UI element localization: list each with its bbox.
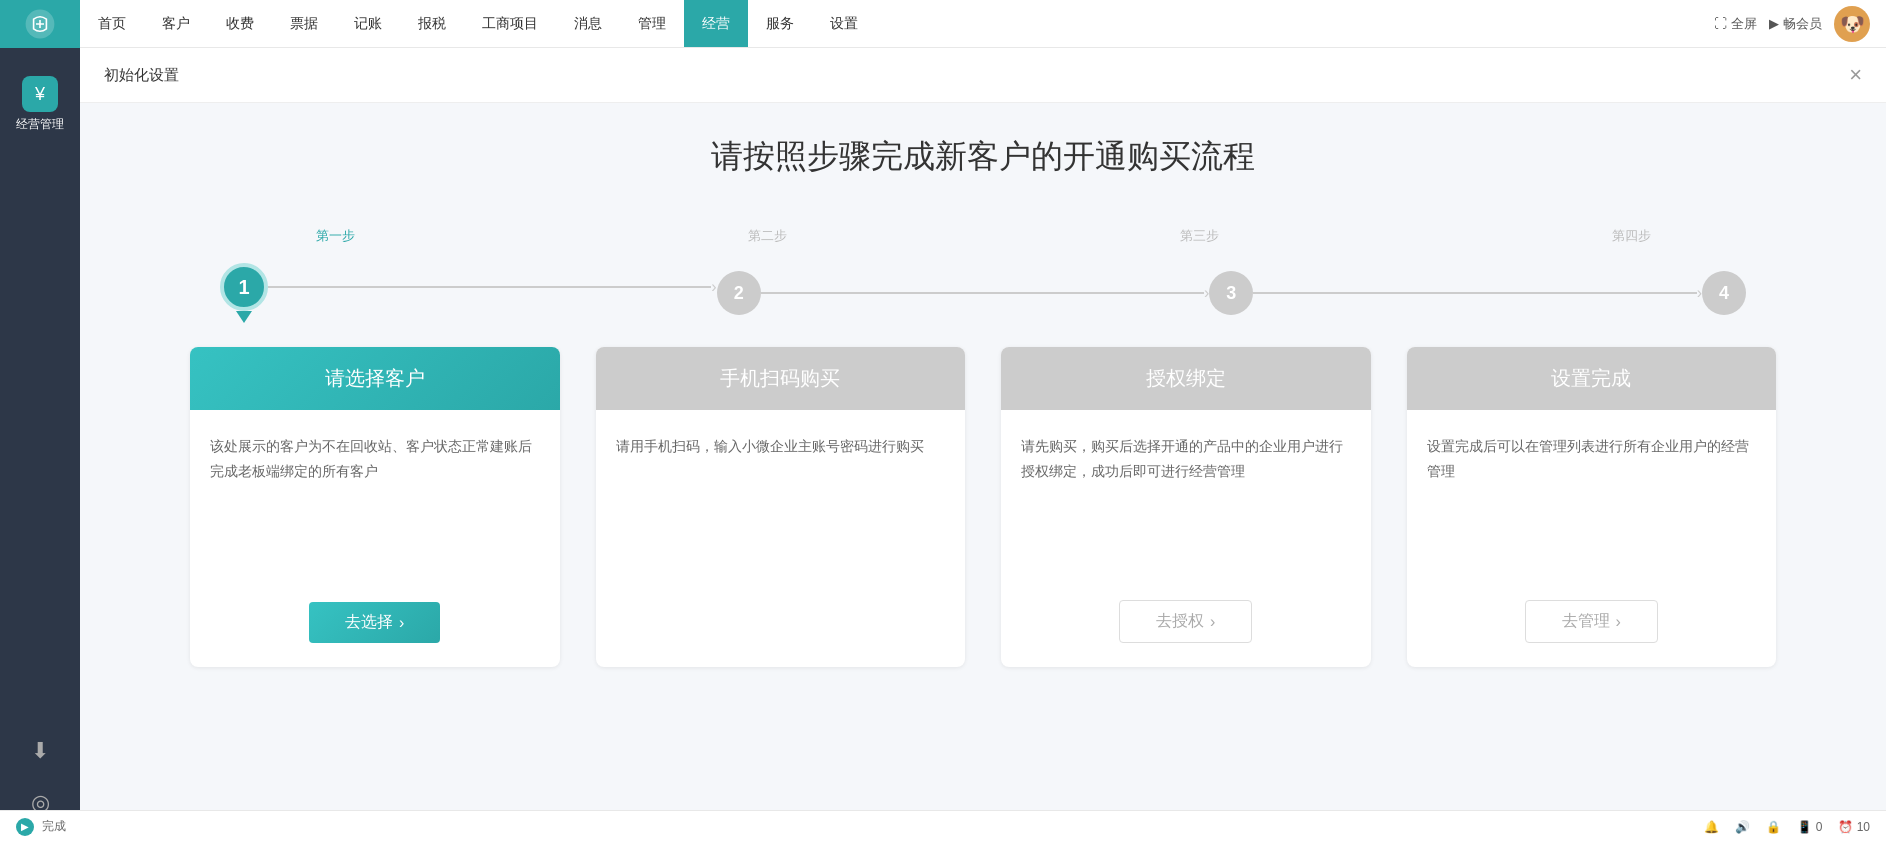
nav-customer[interactable]: 客户	[144, 0, 208, 47]
vip-label: 畅会员	[1783, 15, 1822, 33]
card-4-btn[interactable]: 去管理 ›	[1525, 600, 1658, 643]
nav-account[interactable]: 记账	[336, 0, 400, 47]
logo	[0, 0, 80, 48]
card-4-footer: 去管理 ›	[1407, 584, 1777, 667]
status-text: 完成	[42, 818, 66, 835]
step-2-circle-wrap: 2	[717, 271, 761, 315]
fullscreen-icon: ⛶	[1714, 16, 1727, 31]
sidebar: ¥ 经营管理 ⬇ ◎	[0, 48, 80, 842]
step-3-label: 第三步	[1180, 227, 1219, 245]
step-1-arrow	[236, 311, 252, 323]
step-1-circle-wrap: 1	[220, 263, 268, 323]
avatar[interactable]: 🐶	[1834, 6, 1870, 42]
card-4: 设置完成 设置完成后可以在管理列表进行所有企业用户的经营管理 去管理 ›	[1407, 347, 1777, 667]
operation-icon: ¥	[22, 76, 58, 112]
connector-2: ›	[761, 284, 1210, 302]
nav-bill[interactable]: 票据	[272, 0, 336, 47]
step-3-col: 第三步	[1064, 227, 1334, 255]
card-3-header: 授权绑定	[1001, 347, 1371, 410]
card-1-footer: 去选择 ›	[190, 586, 560, 667]
nav-service[interactable]: 服务	[748, 0, 812, 47]
fullscreen-btn[interactable]: ⛶ 全屏	[1714, 15, 1757, 33]
sub-header: 初始化设置 ×	[80, 48, 1886, 103]
sidebar-item-label: 经营管理	[16, 116, 64, 133]
card-4-btn-arrow: ›	[1616, 613, 1621, 631]
card-3-btn[interactable]: 去授权 ›	[1119, 600, 1252, 643]
status-bar-right: 🔔 🔊 🔒 📱 0 ⏰ 10	[1704, 820, 1870, 834]
card-3: 授权绑定 请先购买，购买后选择开通的产品中的企业用户进行授权绑定，成功后即可进行…	[1001, 347, 1371, 667]
card-1-body: 该处展示的客户为不在回收站、客户状态正常建账后完成老板端绑定的所有客户	[190, 410, 560, 586]
sidebar-item-operation[interactable]: ¥ 经营管理	[0, 64, 80, 145]
nav-message[interactable]: 消息	[556, 0, 620, 47]
nav-operation[interactable]: 经营	[684, 0, 748, 47]
nav-business[interactable]: 工商项目	[464, 0, 556, 47]
nav-items: 首页 客户 收费 票据 记账 报税 工商项目 消息 管理 经营 服务 设置	[80, 0, 1714, 47]
card-2: 手机扫码购买 请用手机扫码，输入小微企业主账号密码进行购买	[596, 347, 966, 667]
top-navigation: 首页 客户 收费 票据 记账 报税 工商项目 消息 管理 经营 服务 设置 ⛶ …	[0, 0, 1886, 48]
card-4-header: 设置完成	[1407, 347, 1777, 410]
close-button[interactable]: ×	[1849, 64, 1862, 86]
main-content: 初始化设置 × 请按照步骤完成新客户的开通购买流程 第一步 第二步 第三步 第四…	[80, 48, 1886, 810]
card-3-footer: 去授权 ›	[1001, 584, 1371, 667]
cards-container: 请选择客户 该处展示的客户为不在回收站、客户状态正常建账后完成老板端绑定的所有客…	[120, 347, 1846, 667]
notification-icon: 🔔	[1704, 820, 1719, 834]
play-button[interactable]: ▶	[16, 818, 34, 836]
nav-settings[interactable]: 设置	[812, 0, 876, 47]
vip-btn[interactable]: ▶ 畅会员	[1769, 15, 1822, 33]
card-1-header: 请选择客户	[190, 347, 560, 410]
card-2-footer	[596, 627, 966, 667]
step-2-col: 第二步	[632, 227, 902, 255]
step-4-col: 第四步	[1496, 227, 1766, 255]
step-4-label: 第四步	[1612, 227, 1651, 245]
card-3-body: 请先购买，购买后选择开通的产品中的企业用户进行授权绑定，成功后即可进行经营管理	[1001, 410, 1371, 584]
nav-home[interactable]: 首页	[80, 0, 144, 47]
time-status: ⏰ 10	[1838, 820, 1870, 834]
step-3-circle-wrap: 3	[1209, 271, 1253, 315]
vip-icon: ▶	[1769, 16, 1779, 31]
sub-header-title: 初始化设置	[104, 66, 179, 85]
fullscreen-label: 全屏	[1731, 15, 1757, 33]
card-2-header: 手机扫码购买	[596, 347, 966, 410]
connector-1: ›	[268, 278, 717, 296]
nav-fee[interactable]: 收费	[208, 0, 272, 47]
step-2-circle: 2	[717, 271, 761, 315]
phone-status: 📱 0	[1797, 820, 1822, 834]
connector-3: ›	[1253, 284, 1702, 302]
lock-icon: 🔒	[1766, 820, 1781, 834]
step-4-circle: 4	[1702, 271, 1746, 315]
content-area: 请按照步骤完成新客户的开通购买流程 第一步 第二步 第三步 第四步	[80, 103, 1886, 691]
steps-circles: 1 › 2 ›	[120, 263, 1846, 323]
volume-icon: 🔊	[1735, 820, 1750, 834]
card-2-body: 请用手机扫码，输入小微企业主账号密码进行购买	[596, 410, 966, 627]
status-bar: ▶ 完成 🔔 🔊 🔒 📱 0 ⏰ 10	[0, 810, 1886, 842]
steps-labels: 第一步 第二步 第三步 第四步	[120, 227, 1846, 255]
step-4-circle-wrap: 4	[1702, 271, 1746, 315]
step-1-col: 第一步	[200, 227, 470, 255]
nav-tax[interactable]: 报税	[400, 0, 464, 47]
nav-manage[interactable]: 管理	[620, 0, 684, 47]
step-1-label: 第一步	[316, 227, 355, 245]
step-2-label: 第二步	[748, 227, 787, 245]
download-icon: ⬇	[31, 738, 49, 764]
card-1-btn-arrow: ›	[399, 614, 404, 632]
status-bar-left: ▶ 完成	[16, 818, 66, 836]
page-title: 请按照步骤完成新客户的开通购买流程	[120, 135, 1846, 179]
step-1-circle: 1	[220, 263, 268, 311]
card-3-btn-arrow: ›	[1210, 613, 1215, 631]
card-1-btn[interactable]: 去选择 ›	[309, 602, 440, 643]
card-4-body: 设置完成后可以在管理列表进行所有企业用户的经营管理	[1407, 410, 1777, 584]
sidebar-download[interactable]: ⬇	[23, 730, 57, 774]
step-3-circle: 3	[1209, 271, 1253, 315]
nav-right: ⛶ 全屏 ▶ 畅会员 🐶	[1714, 6, 1886, 42]
card-1: 请选择客户 该处展示的客户为不在回收站、客户状态正常建账后完成老板端绑定的所有客…	[190, 347, 560, 667]
